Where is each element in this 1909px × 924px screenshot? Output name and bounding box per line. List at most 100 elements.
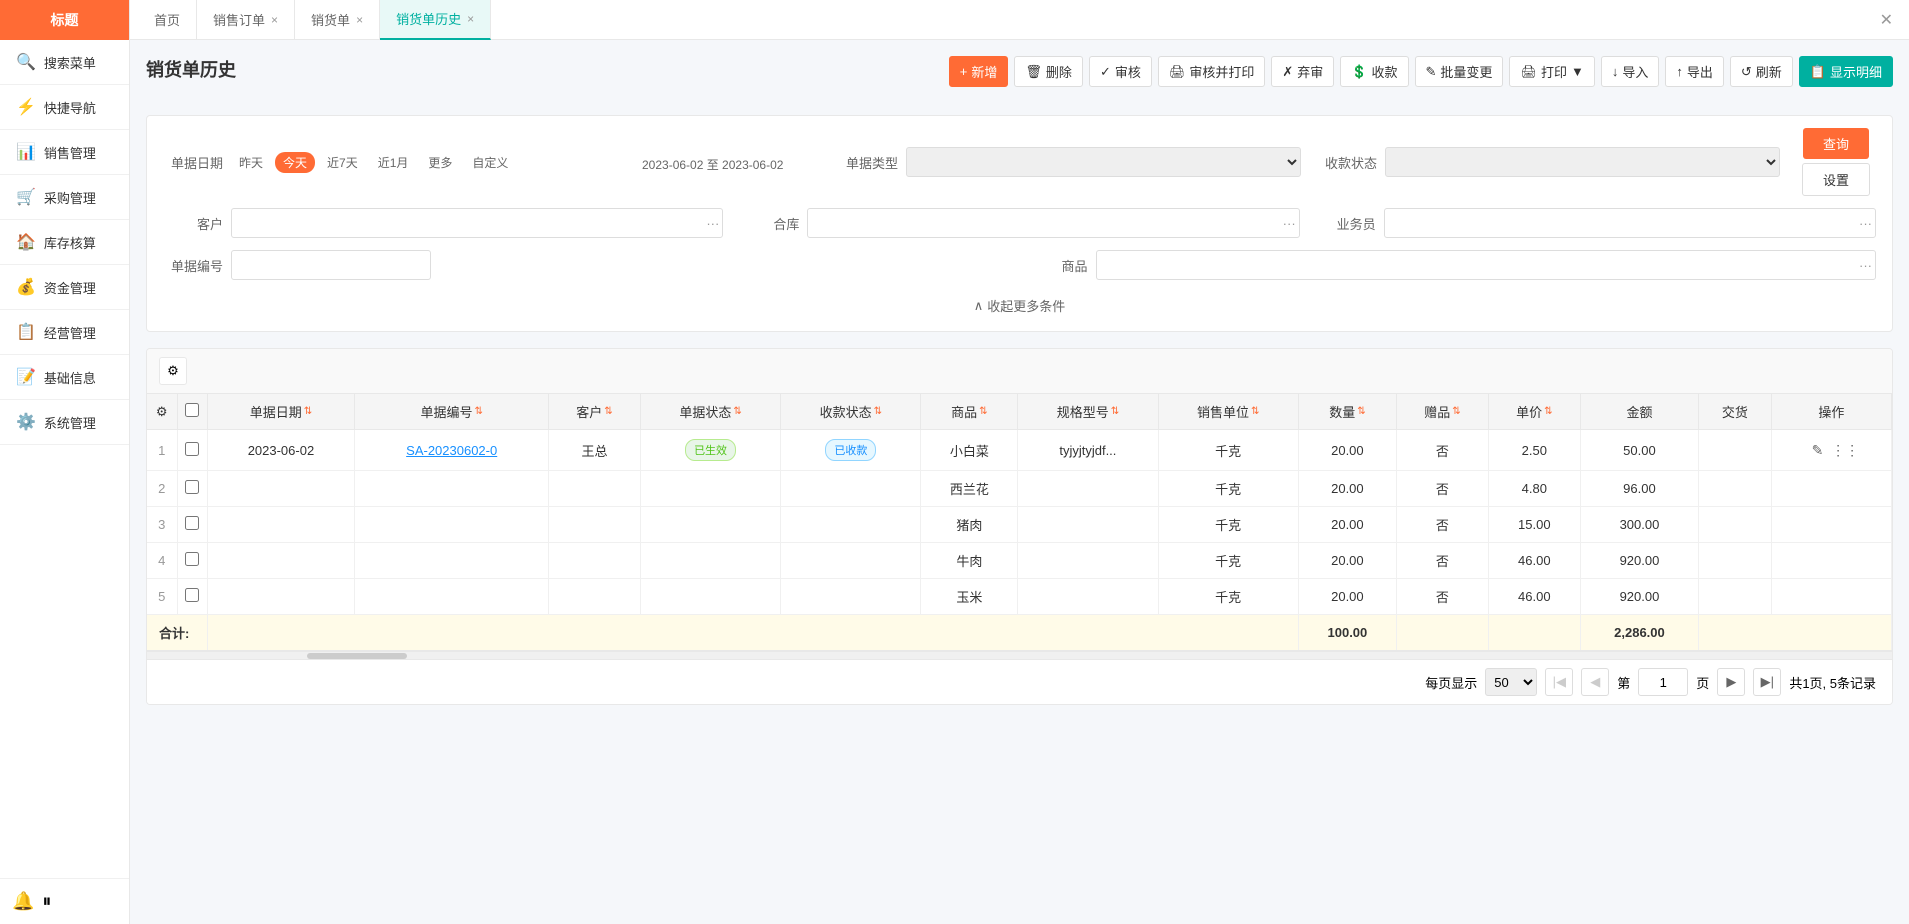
date-tag-last7[interactable]: 近7天	[319, 152, 366, 173]
product-input[interactable]	[1096, 250, 1877, 280]
row-transaction-3	[1699, 507, 1772, 543]
row-doc-date-5	[207, 579, 355, 615]
tab-delivery[interactable]: 销货单 ×	[295, 0, 380, 40]
row-checkbox-3[interactable]	[177, 507, 207, 543]
filter-inner: 单据日期 昨天 今天 近7天 近1月 更多 自定义 2023-06-02 至 2…	[147, 116, 1892, 331]
warehouse-label: 合库	[739, 214, 799, 233]
sidebar-item-ops-mgmt[interactable]: 📋 经营管理	[0, 310, 129, 355]
th-amount-label: 金额	[1626, 405, 1652, 420]
th-sales-unit[interactable]: 销售单位 ⇅	[1158, 394, 1298, 430]
sidebar-item-finance-mgmt[interactable]: 💰 资金管理	[0, 265, 129, 310]
import-button[interactable]: ↓ 导入	[1601, 56, 1660, 87]
tab-delivery-history-close[interactable]: ×	[467, 12, 474, 26]
th-doc-status[interactable]: 单据状态 ⇅	[640, 394, 780, 430]
th-product[interactable]: 商品 ⇅	[921, 394, 1018, 430]
show-detail-button[interactable]: 📋 显示明细	[1799, 56, 1893, 87]
sidebar-item-quick-nav[interactable]: ⚡ 快捷导航	[0, 85, 129, 130]
delete-button-label: 删除	[1046, 62, 1072, 81]
salesman-dots-btn[interactable]: ···	[1859, 216, 1872, 231]
export-button[interactable]: ↑ 导出	[1665, 56, 1724, 87]
row-checkbox-2[interactable]	[177, 471, 207, 507]
sidebar-item-inventory[interactable]: 🏠 库存核算	[0, 220, 129, 265]
edit-icon-1[interactable]: ✎	[1806, 438, 1830, 462]
warehouse-dots-btn[interactable]: ···	[1283, 216, 1296, 231]
tab-home[interactable]: 首页	[138, 0, 197, 40]
row-checkbox-4[interactable]	[177, 543, 207, 579]
th-gift[interactable]: 赠品 ⇅	[1396, 394, 1488, 430]
tab-sales-order-close[interactable]: ×	[271, 13, 278, 27]
warehouse-input[interactable]	[807, 208, 1299, 238]
row-doc-number-5	[355, 579, 549, 615]
collapse-button[interactable]: ∧ 收起更多条件	[163, 292, 1876, 319]
row-checkbox-5[interactable]	[177, 579, 207, 615]
horizontal-scrollbar[interactable]	[147, 651, 1892, 659]
tab-sales-order[interactable]: 销售订单 ×	[197, 0, 295, 40]
abandon-button[interactable]: ✗ 弃审	[1271, 56, 1334, 87]
date-tag-more[interactable]: 更多	[420, 152, 460, 173]
tab-delivery-close[interactable]: ×	[356, 13, 363, 27]
th-spec[interactable]: 规格型号 ⇅	[1018, 394, 1158, 430]
sidebar-item-purchase-mgmt[interactable]: 🛒 采购管理	[0, 175, 129, 220]
sort-icon-unit-price: ⇅	[1544, 406, 1552, 417]
th-quantity[interactable]: 数量 ⇅	[1298, 394, 1396, 430]
table-settings-icon[interactable]: ⚙	[159, 357, 187, 385]
sidebar-item-label: 库存核算	[44, 233, 96, 252]
sidebar-item-search-menu[interactable]: 🔍 搜索菜单	[0, 40, 129, 85]
summary-gift-empty	[1396, 615, 1488, 651]
th-unit-price[interactable]: 单价 ⇅	[1488, 394, 1580, 430]
audit-print-button[interactable]: 🖨 审核并打印	[1158, 56, 1266, 87]
date-tag-today[interactable]: 今天	[275, 152, 315, 173]
abandon-button-label: 弃审	[1297, 62, 1323, 81]
first-page-button[interactable]: |◀	[1545, 668, 1573, 696]
row-customer-4	[549, 543, 641, 579]
settings-button[interactable]: 设置	[1802, 163, 1870, 196]
select-all-checkbox[interactable]	[185, 403, 199, 417]
sidebar-item-sales-mgmt[interactable]: 📊 销售管理	[0, 130, 129, 175]
th-doc-date[interactable]: 单据日期 ⇅	[207, 394, 355, 430]
customer-input-wrapper: ···	[231, 208, 723, 238]
next-page-button[interactable]: ▶	[1717, 668, 1745, 696]
sidebar-item-basic-info[interactable]: 📝 基础信息	[0, 355, 129, 400]
row-checkbox-1[interactable]	[177, 430, 207, 471]
print-button[interactable]: 🖨 打印 ▼	[1509, 56, 1594, 87]
tab-close-all-icon[interactable]: ✕	[1880, 10, 1893, 30]
product-dots-btn[interactable]: ···	[1859, 258, 1872, 273]
scroll-thumb[interactable]	[307, 653, 407, 659]
tab-delivery-history[interactable]: 销货单历史 ×	[380, 0, 491, 40]
collect-button[interactable]: 💲 收款	[1340, 56, 1408, 87]
prev-page-button[interactable]: ◀	[1581, 668, 1609, 696]
row-doc-number-1[interactable]: SA-20230602-0	[355, 430, 549, 471]
date-tag-last1month[interactable]: 近1月	[370, 152, 417, 173]
date-tag-yesterday[interactable]: 昨天	[231, 152, 271, 173]
th-doc-number[interactable]: 单据编号 ⇅	[355, 394, 549, 430]
row-doc-number-4	[355, 543, 549, 579]
date-tag-custom[interactable]: 自定义	[464, 152, 516, 173]
summary-unit-price-empty	[1488, 615, 1580, 651]
row-quantity-3: 20.00	[1298, 507, 1396, 543]
audit-button-label: 审核	[1115, 62, 1141, 81]
customer-input[interactable]	[231, 208, 723, 238]
audit-print-icon: 🖨	[1169, 64, 1186, 80]
th-action-label: 操作	[1818, 405, 1844, 420]
sidebar-item-sys-mgmt[interactable]: ⚙️ 系统管理	[0, 400, 129, 445]
salesman-input[interactable]	[1384, 208, 1876, 238]
th-payment-status[interactable]: 收款状态 ⇅	[781, 394, 921, 430]
query-button[interactable]: 查询	[1803, 128, 1869, 159]
pause-icon[interactable]: ⏸	[42, 891, 51, 912]
audit-button[interactable]: ✓ 审核	[1089, 56, 1152, 87]
doc-number-input[interactable]	[231, 250, 431, 280]
more-icon-1[interactable]: ⋮⋮	[1833, 438, 1857, 462]
page-size-select[interactable]: 50 100 200	[1485, 668, 1537, 696]
customer-dots-btn[interactable]: ···	[706, 216, 719, 231]
notification-icon[interactable]: 🔔	[12, 891, 34, 912]
doc-type-select[interactable]	[906, 147, 1301, 177]
payment-status-select[interactable]	[1385, 147, 1780, 177]
new-button[interactable]: + 新增	[949, 56, 1009, 87]
filter-row-1: 单据日期 昨天 今天 近7天 近1月 更多 自定义 2023-06-02 至 2…	[163, 128, 1876, 196]
th-customer[interactable]: 客户 ⇅	[549, 394, 641, 430]
batch-change-button[interactable]: ✎ 批量变更	[1415, 56, 1504, 87]
delete-button[interactable]: 🗑 删除	[1014, 56, 1083, 87]
page-number-input[interactable]: 1	[1638, 668, 1688, 696]
last-page-button[interactable]: ▶|	[1753, 668, 1781, 696]
refresh-button[interactable]: ↺ 刷新	[1730, 56, 1793, 87]
